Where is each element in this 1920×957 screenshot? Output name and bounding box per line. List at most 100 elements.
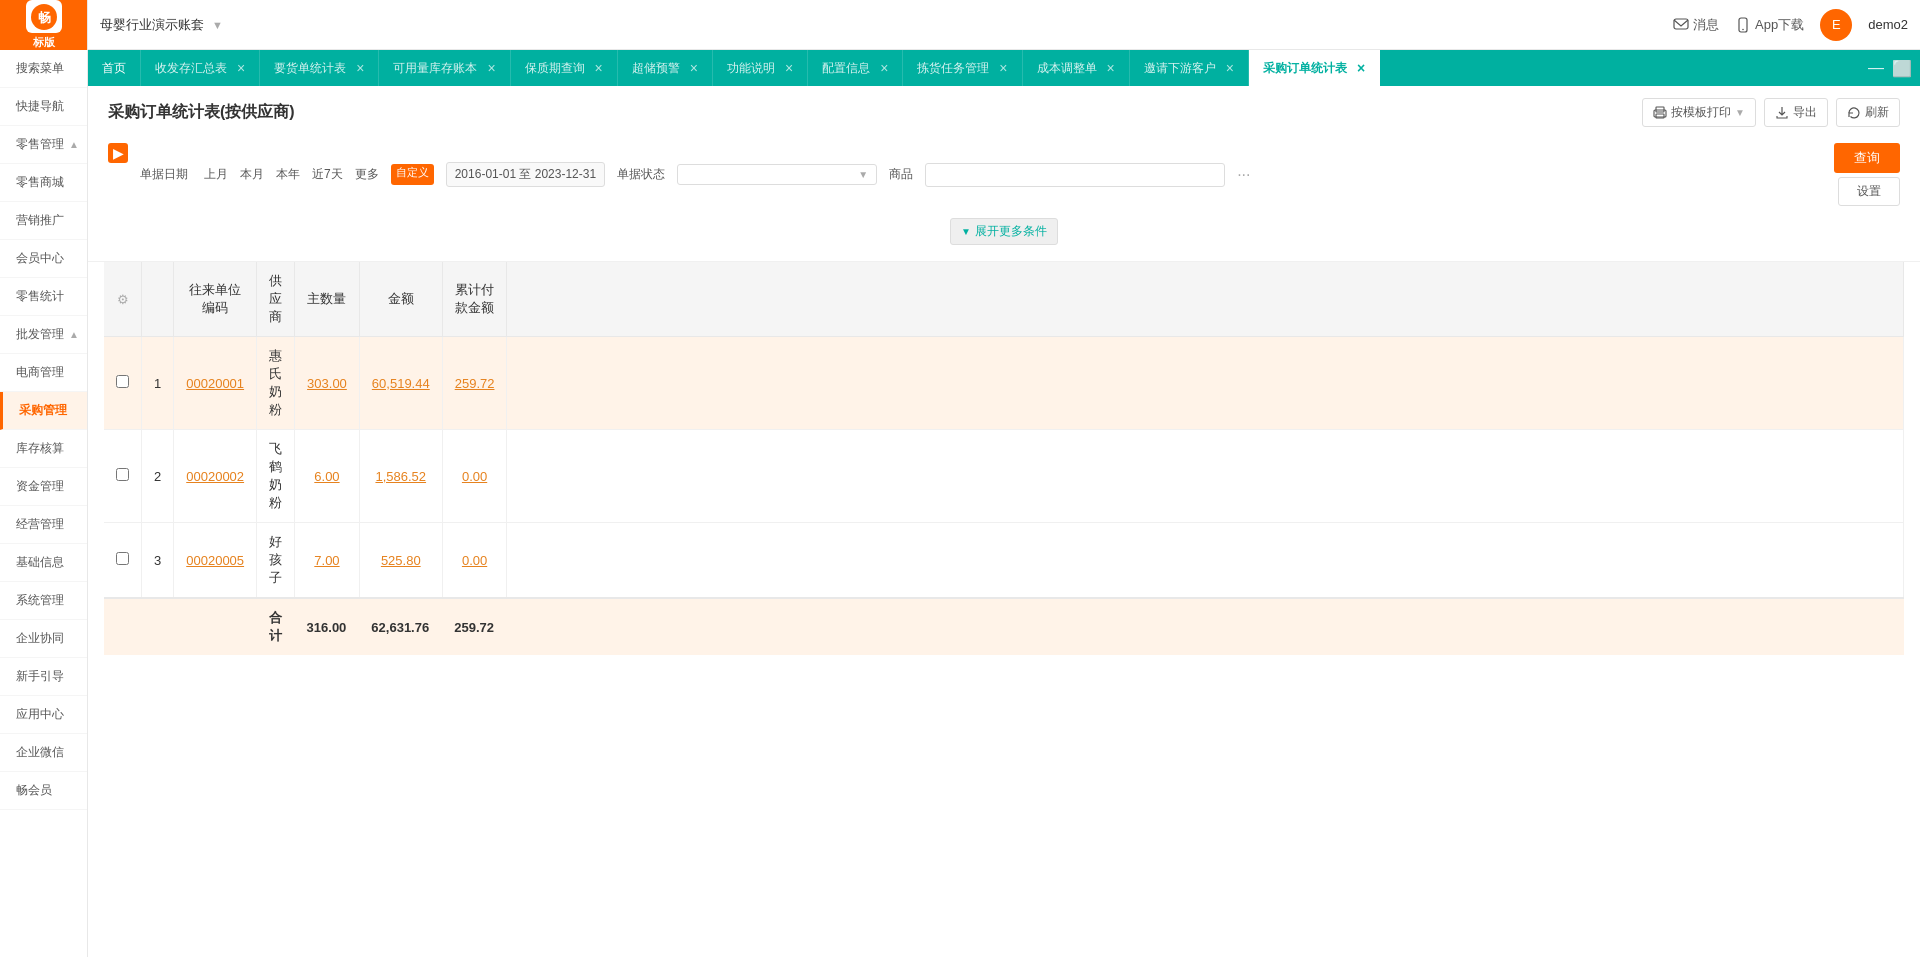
tab-close-active-icon[interactable]: × [1357,60,1365,76]
sidebar-item-operation[interactable]: 经营管理 [0,506,87,544]
row-qty[interactable]: 7.00 [295,523,360,599]
row-qty[interactable]: 6.00 [295,430,360,523]
page-actions: 按模板打印 ▼ 导出 刷新 [1642,98,1900,127]
sidebar-item-finance[interactable]: 资金管理 [0,468,87,506]
message-button[interactable]: 消息 [1673,16,1719,34]
expand-more-button[interactable]: ▼ 展开更多条件 [950,218,1058,245]
row-code[interactable]: 00020005 [174,523,257,599]
row-code[interactable]: 00020002 [174,430,257,523]
date-btn-this-year[interactable]: 本年 [272,164,304,185]
tab-close-icon[interactable]: × [1226,60,1234,76]
goods-filter-label: 商品 [889,166,913,183]
row-amount[interactable]: 60,519.44 [359,337,442,430]
row-code[interactable]: 00020001 [174,337,257,430]
sidebar-item-retail-stats[interactable]: 零售统计 [0,278,87,316]
row-amount[interactable]: 1,586.52 [359,430,442,523]
sidebar-item-member-center[interactable]: 会员中心 [0,240,87,278]
row-paid[interactable]: 0.00 [442,430,507,523]
tab-close-icon[interactable]: × [1107,60,1115,76]
sidebar-item-enterprise-wechat[interactable]: 企业微信 [0,734,87,772]
tab-close-icon[interactable]: × [880,60,888,76]
chevron-icon-2: ▲ [69,329,79,340]
row-supplier: 好孩子 [257,523,295,599]
tab-pick-task[interactable]: 拣货任务管理 × [903,50,1022,86]
col-header-paid: 累计付款金额 [442,262,507,337]
print-icon [1653,106,1667,120]
tab-close-icon[interactable]: × [237,60,245,76]
print-button[interactable]: 按模板打印 ▼ [1642,98,1756,127]
tab-cost-adjust[interactable]: 成本调整单 × [1023,50,1130,86]
sidebar-item-retail-manage[interactable]: 零售管理 ▲ [0,126,87,164]
tab-close-icon[interactable]: × [356,60,364,76]
svg-rect-2 [1674,19,1688,29]
user-avatar[interactable]: E [1820,9,1852,41]
status-select[interactable]: ▼ [677,164,877,185]
sidebar-item-new-guide[interactable]: 新手引导 [0,658,87,696]
row-index: 3 [142,523,174,599]
row-checkbox[interactable] [104,523,142,599]
sidebar-item-sys-manage[interactable]: 系统管理 [0,582,87,620]
sidebar-item-marketing[interactable]: 营销推广 [0,202,87,240]
tab-shelf-life[interactable]: 保质期查询 × [511,50,618,86]
sidebar-item-vip[interactable]: 畅会员 [0,772,87,810]
search-button[interactable]: 查询 [1834,143,1900,173]
tab-order-summary[interactable]: 要货单统计表 × [260,50,379,86]
table-settings-icon[interactable]: ⚙ [104,262,142,337]
tab-maximize-button[interactable]: ⬜ [1892,59,1912,78]
col-header-index [142,262,174,337]
tab-collect-dispatch[interactable]: 收发存汇总表 × [141,50,260,86]
export-button[interactable]: 导出 [1764,98,1828,127]
footer-amount: 62,631.76 [359,598,442,655]
tab-close-icon[interactable]: × [595,60,603,76]
tab-config-info[interactable]: 配置信息 × [808,50,903,86]
row-supplier: 惠氏奶粉 [257,337,295,430]
print-dropdown-icon[interactable]: ▼ [1735,107,1745,118]
sidebar-item-retail-shop[interactable]: 零售商城 [0,164,87,202]
sidebar-item-basic-info[interactable]: 基础信息 [0,544,87,582]
tab-home[interactable]: 首页 [88,50,141,86]
tab-invite-downstream[interactable]: 邀请下游客户 × [1130,50,1249,86]
sidebar-item-ecommerce[interactable]: 电商管理 [0,354,87,392]
row-qty[interactable]: 303.00 [295,337,360,430]
tab-close-icon[interactable]: × [690,60,698,76]
row-paid[interactable]: 0.00 [442,523,507,599]
date-btn-this-month[interactable]: 本月 [236,164,268,185]
row-checkbox[interactable] [104,430,142,523]
expand-arrow-button[interactable]: ▶ [108,143,128,163]
date-btn-7days[interactable]: 近7天 [308,164,347,185]
row-checkbox[interactable] [104,337,142,430]
sidebar-item-stock-check[interactable]: 库存核算 [0,430,87,468]
setting-button[interactable]: 设置 [1838,177,1900,206]
page-content: 采购订单统计表(按供应商) 按模板打印 ▼ 导出 刷新 [88,86,1920,957]
row-amount[interactable]: 525.80 [359,523,442,599]
row-paid[interactable]: 259.72 [442,337,507,430]
tab-available-stock[interactable]: 可用量库存账本 × [379,50,510,86]
search-actions: 查询 设置 [1834,143,1900,206]
date-range-display[interactable]: 2016-01-01 至 2023-12-31 [446,162,605,187]
date-btn-more[interactable]: 更多 [351,164,383,185]
tab-purchase-summary[interactable]: 采购订单统计表 × [1249,50,1380,86]
workspace-dropdown-icon[interactable]: ▼ [212,19,223,31]
tab-close-icon[interactable]: × [999,60,1007,76]
sidebar-item-purchase[interactable]: 采购管理 [0,392,87,430]
tab-close-icon[interactable]: × [785,60,793,76]
tab-overstock-warning[interactable]: 超储预警 × [618,50,713,86]
sidebar-item-batch-manage[interactable]: 批发管理 ▲ [0,316,87,354]
tab-function-desc[interactable]: 功能说明 × [713,50,808,86]
username-label[interactable]: demo2 [1868,17,1908,32]
tab-minimize-button[interactable]: — [1868,59,1884,77]
date-btn-last-month[interactable]: 上月 [200,164,232,185]
workspace-name[interactable]: 母婴行业演示账套 [100,16,204,34]
app-download-button[interactable]: App下载 [1735,16,1804,34]
tab-close-icon[interactable]: × [487,60,495,76]
sidebar-item-quick-nav[interactable]: 快捷导航 [0,88,87,126]
sidebar-item-search[interactable]: 搜索菜单 [0,50,87,88]
sidebar-item-enterprise-coop[interactable]: 企业协同 [0,620,87,658]
table-footer-row: 合计 316.00 62,631.76 259.72 [104,598,1904,655]
topbar-left: 母婴行业演示账套 ▼ [100,16,223,34]
goods-filter-input[interactable] [925,163,1225,187]
sidebar-item-app-center[interactable]: 应用中心 [0,696,87,734]
refresh-button[interactable]: 刷新 [1836,98,1900,127]
mobile-icon [1735,17,1751,33]
goods-more-icon[interactable]: ··· [1237,166,1250,184]
